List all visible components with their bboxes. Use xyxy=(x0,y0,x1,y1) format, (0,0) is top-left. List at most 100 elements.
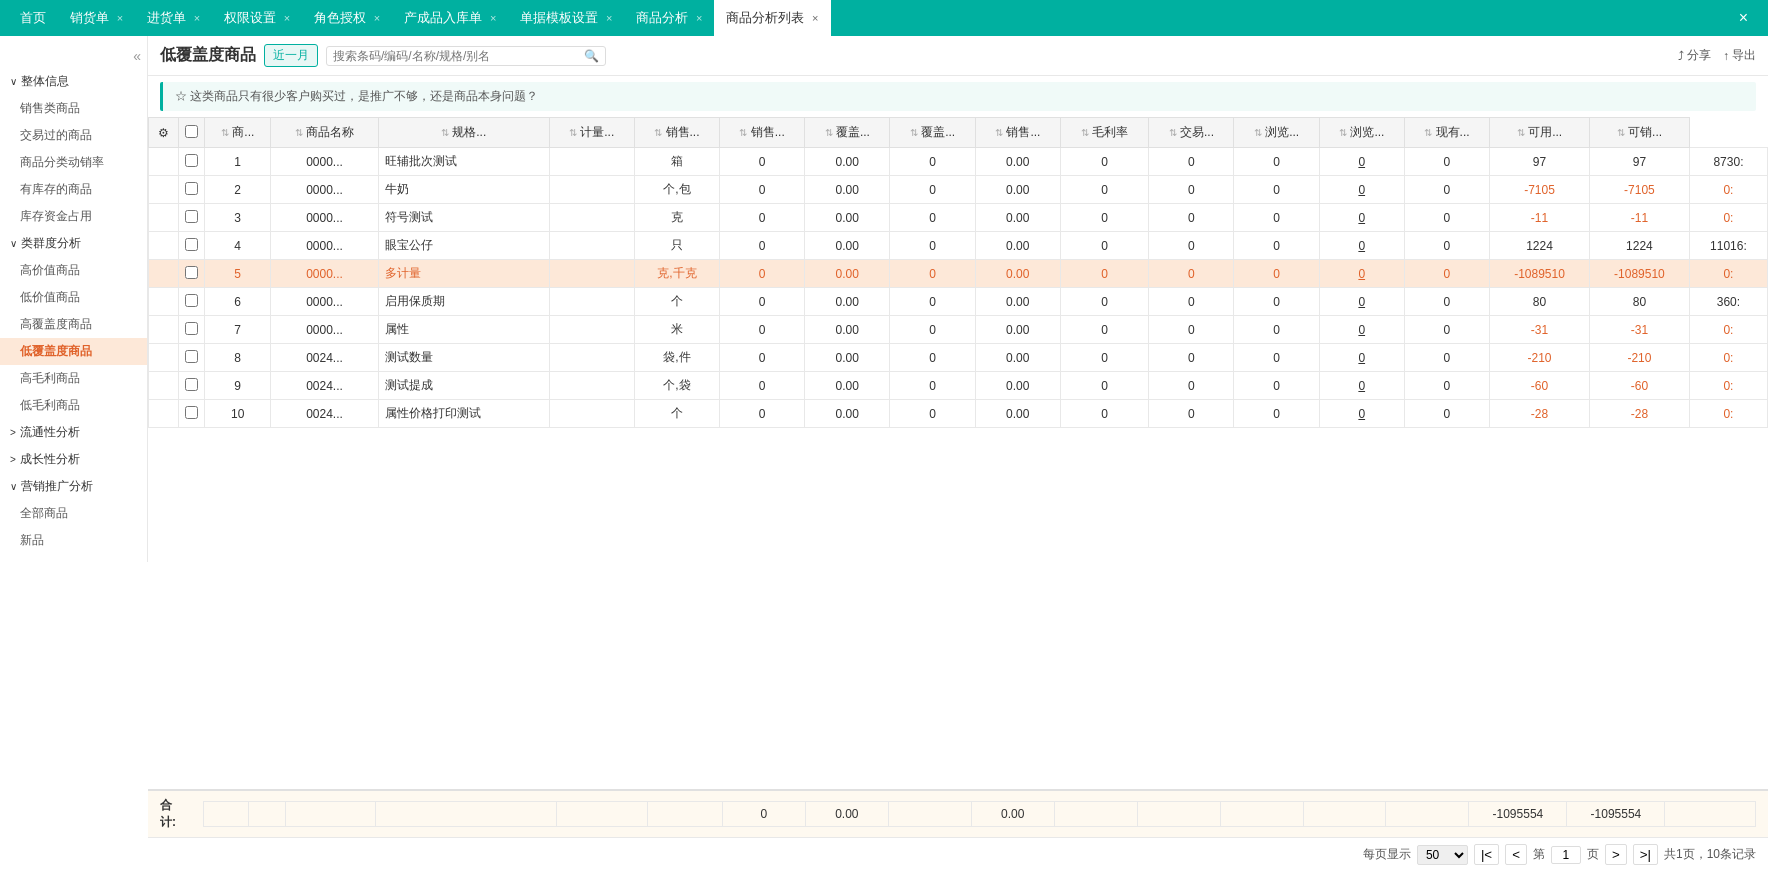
row-checkbox[interactable] xyxy=(179,260,205,288)
close-icon[interactable]: × xyxy=(812,12,818,24)
row-checkbox[interactable] xyxy=(179,372,205,400)
sidebar-item-high-margin[interactable]: 高毛利商品 xyxy=(0,365,147,392)
row-view1[interactable]: 0 xyxy=(1319,148,1404,176)
row-name[interactable]: 测试数量 xyxy=(378,344,549,372)
close-icon[interactable]: × xyxy=(696,12,702,24)
column-stock1[interactable]: ⇅ 现有... xyxy=(1404,118,1489,148)
row-select-checkbox[interactable] xyxy=(185,238,198,251)
nav-home[interactable]: 首页 xyxy=(8,0,58,36)
row-name[interactable]: 眼宝公仔 xyxy=(378,232,549,260)
row-view1[interactable]: 0 xyxy=(1319,204,1404,232)
sidebar-item-sales-products[interactable]: 销售类商品 xyxy=(0,95,147,122)
column-checkbox[interactable] xyxy=(179,118,205,148)
row-select-checkbox[interactable] xyxy=(185,294,198,307)
nav-roles[interactable]: 角色授权 × xyxy=(302,0,392,36)
export-button[interactable]: ↑ 导出 xyxy=(1723,47,1756,64)
row-view1[interactable]: 0 xyxy=(1319,344,1404,372)
sidebar-item-low-margin[interactable]: 低毛利商品 xyxy=(0,392,147,419)
column-stock2[interactable]: ⇅ 可用... xyxy=(1490,118,1590,148)
column-stock3[interactable]: ⇅ 可销... xyxy=(1589,118,1689,148)
sidebar-item-high-coverage[interactable]: 高覆盖度商品 xyxy=(0,311,147,338)
close-icon[interactable]: × xyxy=(194,12,200,24)
row-checkbox[interactable] xyxy=(179,288,205,316)
row-view1[interactable]: 0 xyxy=(1319,260,1404,288)
sidebar-item-category-rate[interactable]: 商品分类动销率 xyxy=(0,149,147,176)
sidebar-section-marketing[interactable]: ∨ 营销推广分析 xyxy=(0,473,147,500)
search-input[interactable] xyxy=(333,49,580,63)
row-checkbox[interactable] xyxy=(179,148,205,176)
share-button[interactable]: ⤴ 分享 xyxy=(1678,47,1711,64)
column-sales-amt[interactable]: ⇅ 销售... xyxy=(719,118,804,148)
column-sales3[interactable]: ⇅ 销售... xyxy=(975,118,1060,148)
window-close-button[interactable]: × xyxy=(1727,0,1760,36)
row-select-checkbox[interactable] xyxy=(185,210,198,223)
nav-permissions[interactable]: 权限设置 × xyxy=(212,0,302,36)
column-view2[interactable]: ⇅ 浏览... xyxy=(1319,118,1404,148)
sidebar-section-growth[interactable]: > 成长性分析 xyxy=(0,446,147,473)
per-page-select[interactable]: 50 20 100 xyxy=(1417,845,1468,865)
row-name[interactable]: 牛奶 xyxy=(378,176,549,204)
close-icon[interactable]: × xyxy=(117,12,123,24)
nav-sales[interactable]: 销货单 × xyxy=(58,0,135,36)
sidebar-item-stocked-products[interactable]: 有库存的商品 xyxy=(0,176,147,203)
row-name[interactable]: 符号测试 xyxy=(378,204,549,232)
row-checkbox[interactable] xyxy=(179,316,205,344)
row-view1[interactable]: 0 xyxy=(1319,232,1404,260)
row-name[interactable]: 多计量 xyxy=(378,260,549,288)
row-view1[interactable]: 0 xyxy=(1319,316,1404,344)
close-icon[interactable]: × xyxy=(606,12,612,24)
row-checkbox[interactable] xyxy=(179,232,205,260)
row-view1[interactable]: 0 xyxy=(1319,176,1404,204)
column-margin[interactable]: ⇅ 毛利率 xyxy=(1060,118,1148,148)
row-view1[interactable]: 0 xyxy=(1319,288,1404,316)
sidebar-item-traded-products[interactable]: 交易过的商品 xyxy=(0,122,147,149)
column-sales-qty[interactable]: ⇅ 销售... xyxy=(634,118,719,148)
sidebar-section-liquidity[interactable]: > 流通性分析 xyxy=(0,419,147,446)
row-select-checkbox[interactable] xyxy=(185,378,198,391)
column-settings[interactable]: ⚙ xyxy=(149,118,179,148)
sidebar-item-low-coverage[interactable]: 低覆盖度商品 xyxy=(0,338,147,365)
row-select-checkbox[interactable] xyxy=(185,266,198,279)
nav-product-analysis[interactable]: 商品分析 × xyxy=(624,0,714,36)
row-select-checkbox[interactable] xyxy=(185,322,198,335)
row-name[interactable]: 测试提成 xyxy=(378,372,549,400)
row-select-checkbox[interactable] xyxy=(185,350,198,363)
first-page-button[interactable]: |< xyxy=(1474,844,1499,865)
sidebar-item-low-value[interactable]: 低价值商品 xyxy=(0,284,147,311)
row-view1[interactable]: 0 xyxy=(1319,400,1404,428)
column-code[interactable]: ⇅ 商... xyxy=(205,118,271,148)
column-trade[interactable]: ⇅ 交易... xyxy=(1149,118,1234,148)
sidebar-section-cluster[interactable]: ∨ 类群度分析 xyxy=(0,230,147,257)
select-all-checkbox[interactable] xyxy=(185,125,198,138)
row-checkbox[interactable] xyxy=(179,400,205,428)
nav-templates[interactable]: 单据模板设置 × xyxy=(508,0,624,36)
row-name[interactable]: 启用保质期 xyxy=(378,288,549,316)
search-icon[interactable]: 🔍 xyxy=(584,49,599,63)
row-name[interactable]: 属性 xyxy=(378,316,549,344)
row-checkbox[interactable] xyxy=(179,344,205,372)
row-select-checkbox[interactable] xyxy=(185,406,198,419)
column-view1[interactable]: ⇅ 浏览... xyxy=(1234,118,1319,148)
column-spec[interactable]: ⇅ 规格... xyxy=(378,118,549,148)
close-icon[interactable]: × xyxy=(284,12,290,24)
row-name[interactable]: 旺辅批次测试 xyxy=(378,148,549,176)
sidebar-item-inventory-capital[interactable]: 库存资金占用 xyxy=(0,203,147,230)
row-checkbox[interactable] xyxy=(179,204,205,232)
sidebar-item-all-products[interactable]: 全部商品 xyxy=(0,500,147,527)
sidebar-item-new-products[interactable]: 新品 xyxy=(0,527,147,554)
row-select-checkbox[interactable] xyxy=(185,182,198,195)
close-icon[interactable]: × xyxy=(490,12,496,24)
filter-period-button[interactable]: 近一月 xyxy=(264,44,318,67)
page-number-input[interactable] xyxy=(1551,846,1581,864)
row-checkbox[interactable] xyxy=(179,176,205,204)
row-select-checkbox[interactable] xyxy=(185,154,198,167)
nav-purchase[interactable]: 进货单 × xyxy=(135,0,212,36)
nav-product-analysis-list[interactable]: 商品分析列表 × xyxy=(714,0,830,36)
column-cover1[interactable]: ⇅ 覆盖... xyxy=(805,118,890,148)
column-name[interactable]: ⇅ 商品名称 xyxy=(271,118,378,148)
prev-page-button[interactable]: < xyxy=(1505,844,1527,865)
row-view1[interactable]: 0 xyxy=(1319,372,1404,400)
sidebar-section-overall[interactable]: ∨ 整体信息 xyxy=(0,68,147,95)
close-icon[interactable]: × xyxy=(374,12,380,24)
column-cover2[interactable]: ⇅ 覆盖... xyxy=(890,118,975,148)
